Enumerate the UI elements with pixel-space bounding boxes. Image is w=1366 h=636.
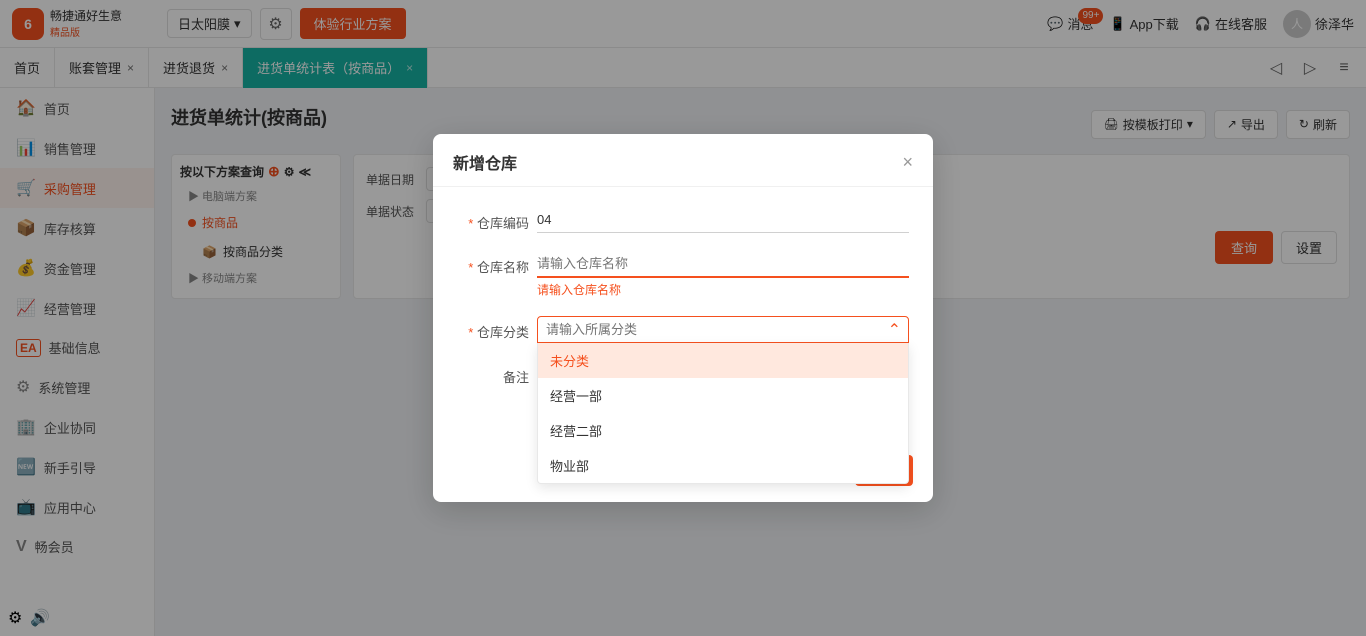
dialog-row-category: * 仓库分类 ⌃ 未分类 经营一部 经营二部 物业部 (457, 316, 909, 343)
category-input-wrap: ⌃ 未分类 经营一部 经营二部 物业部 (537, 316, 909, 343)
dialog-close-button[interactable]: × (902, 152, 913, 173)
modal-overlay: 新增仓库 × * 仓库编码 * 仓库名称 (0, 0, 1366, 636)
category-dropdown: 未分类 经营一部 经营二部 物业部 (537, 343, 909, 484)
dialog-row-code: * 仓库编码 (457, 207, 909, 233)
add-warehouse-dialog: 新增仓库 × * 仓库编码 * 仓库名称 (433, 134, 933, 502)
dropdown-item-uncategorized[interactable]: 未分类 (538, 343, 908, 378)
warehouse-name-input[interactable] (537, 251, 909, 278)
dialog-body: * 仓库编码 * 仓库名称 请输入仓库名称 (433, 187, 933, 445)
dropdown-item-property[interactable]: 物业部 (538, 448, 908, 483)
dialog-title: 新增仓库 (453, 150, 517, 174)
warehouse-category-input[interactable] (537, 316, 909, 343)
category-arrow-icon[interactable]: ⌃ (888, 320, 901, 340)
dialog-header: 新增仓库 × (433, 134, 933, 187)
name-label: * 仓库名称 (457, 251, 537, 276)
note-label: 备注 (457, 361, 537, 386)
name-error-msg: 请输入仓库名称 (537, 281, 909, 298)
code-label: * 仓库编码 (457, 207, 537, 232)
category-select-wrap: ⌃ 未分类 经营一部 经营二部 物业部 (537, 316, 909, 343)
warehouse-code-input[interactable] (537, 207, 909, 233)
code-input-wrap (537, 207, 909, 233)
dialog-row-name: * 仓库名称 请输入仓库名称 (457, 251, 909, 298)
dropdown-item-dept2[interactable]: 经营二部 (538, 413, 908, 448)
name-input-wrap: 请输入仓库名称 (537, 251, 909, 298)
dropdown-item-dept1[interactable]: 经营一部 (538, 378, 908, 413)
category-label: * 仓库分类 (457, 316, 537, 341)
